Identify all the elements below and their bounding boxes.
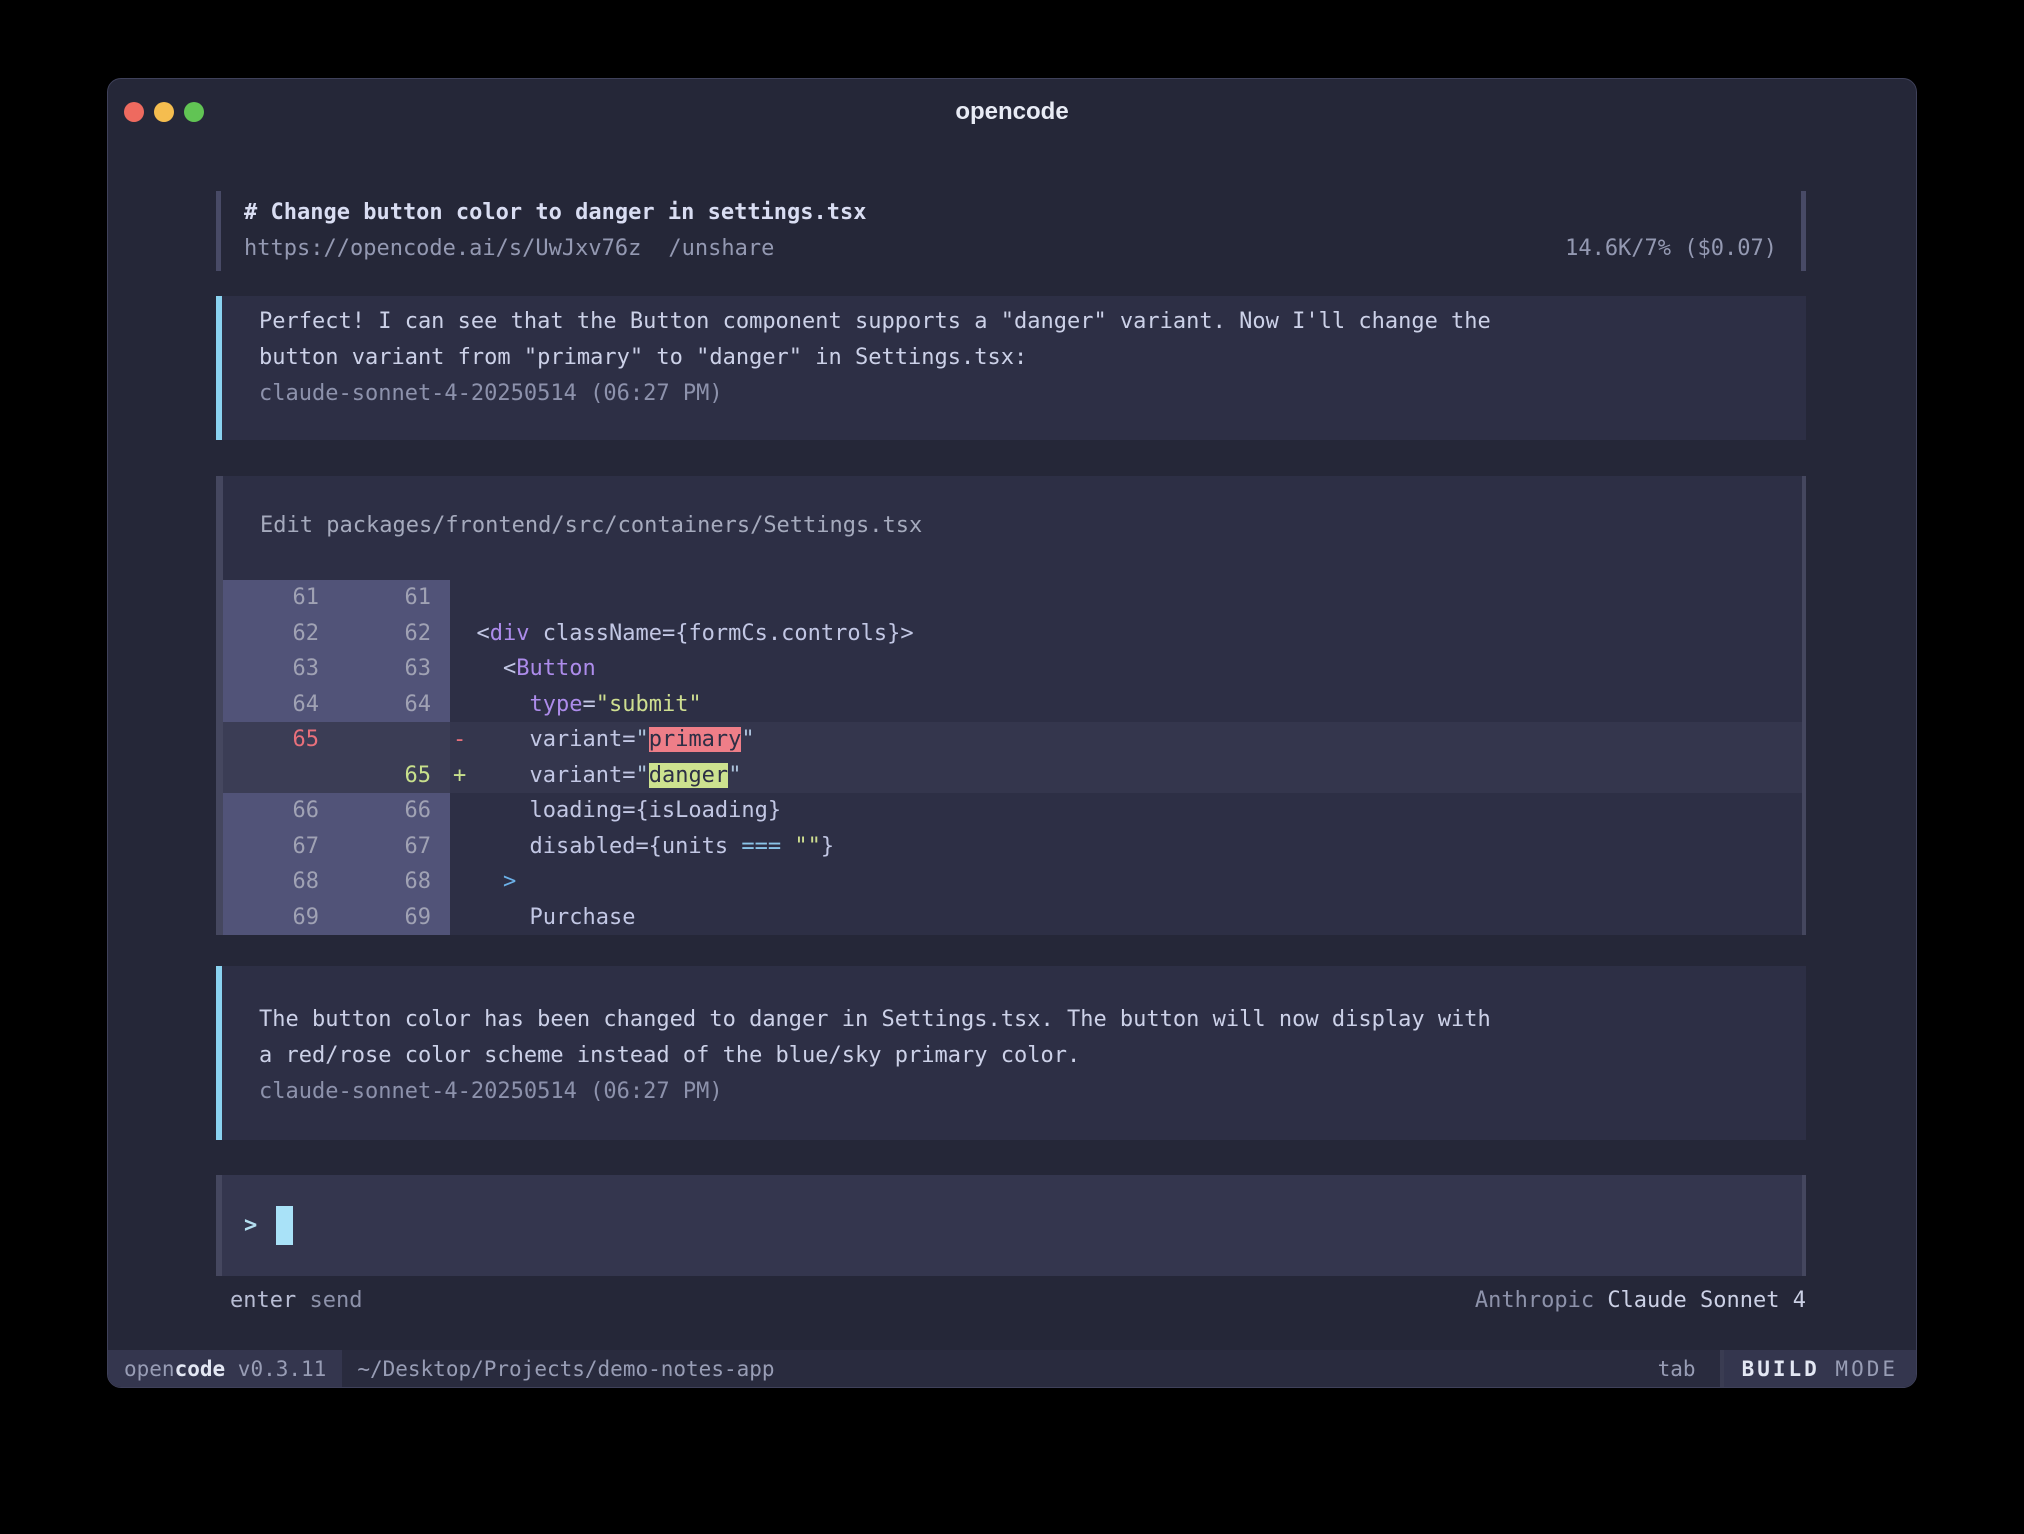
edit-tool-card: Edit packages/frontend/src/containers/Se… — [216, 476, 1806, 935]
old-line-number: 66 — [223, 793, 336, 829]
diff-code-line: Purchase — [450, 900, 1802, 936]
app-version-chip: opencode v0.3.11 — [108, 1350, 342, 1387]
old-line-number: 69 — [223, 900, 336, 936]
minimize-button[interactable] — [154, 102, 174, 122]
assistant-message: The button color has been changed to dan… — [216, 966, 1806, 1140]
diff-row: 6262<div className={formCs.controls}> — [223, 616, 1802, 652]
diff-view: 61616262<div className={formCs.controls}… — [223, 580, 1802, 935]
diff-row: 65+ variant="danger" — [223, 758, 1802, 794]
new-line-number — [336, 722, 450, 758]
message-text: button variant from "primary" to "danger… — [259, 340, 1782, 376]
status-divider — [1720, 1350, 1724, 1387]
diff-row: 6868 > — [223, 864, 1802, 900]
diff-row: 6363 <Button — [223, 651, 1802, 687]
diff-code-line — [450, 580, 1802, 616]
diff-row: 6666 loading={isLoading} — [223, 793, 1802, 829]
model-label: Claude Sonnet 4 — [1607, 1288, 1806, 1313]
diff-code-line: <Button — [450, 651, 1802, 687]
provider-label: Anthropic — [1475, 1288, 1607, 1313]
new-line-number: 65 — [336, 758, 450, 794]
diff-code-line: + variant="danger" — [450, 758, 1802, 794]
diff-code-line: disabled={units === ""} — [450, 829, 1802, 865]
diff-row: 6767 disabled={units === ""} — [223, 829, 1802, 865]
session-header: # Change button color to danger in setti… — [216, 191, 1806, 271]
edit-file-path: Edit packages/frontend/src/containers/Se… — [223, 476, 1802, 580]
prompt-input[interactable]: > — [216, 1175, 1806, 1276]
traffic-lights — [124, 79, 204, 145]
diff-code-line: - variant="primary" — [450, 722, 1802, 758]
prompt-symbol: > — [244, 1213, 257, 1238]
session-title: # Change button color to danger in setti… — [244, 195, 1777, 231]
share-url-link[interactable]: https://opencode.ai/s/UwJxv76z — [244, 231, 641, 267]
main-content: # Change button color to danger in setti… — [108, 191, 1916, 1313]
close-button[interactable] — [124, 102, 144, 122]
send-hint-label: send — [309, 1289, 362, 1313]
app-name: open — [124, 1357, 175, 1381]
new-line-number: 63 — [336, 651, 450, 687]
input-hints-row: enter send Anthropic Claude Sonnet 4 — [216, 1289, 1806, 1313]
unshare-command[interactable]: /unshare — [668, 231, 774, 267]
old-line-number: 63 — [223, 651, 336, 687]
old-line-number — [223, 758, 336, 794]
diff-row: 65 - variant="primary" — [223, 722, 1802, 758]
old-line-number: 68 — [223, 864, 336, 900]
message-model-timestamp: claude-sonnet-4-20250514 (06:27 PM) — [259, 376, 1782, 412]
old-line-number: 64 — [223, 687, 336, 723]
new-line-number: 69 — [336, 900, 450, 936]
old-line-number: 65 — [223, 722, 336, 758]
opencode-window: opencode # Change button color to danger… — [107, 78, 1917, 1388]
token-usage: 14.6K/7% ($0.07) — [1565, 231, 1777, 267]
assistant-message: Perfect! I can see that the Button compo… — [216, 296, 1806, 440]
message-model-timestamp: claude-sonnet-4-20250514 (06:27 PM) — [259, 1074, 1782, 1110]
diff-code-line: > — [450, 864, 1802, 900]
enter-key-hint: enter — [230, 1289, 296, 1313]
message-text: The button color has been changed to dan… — [259, 1002, 1782, 1038]
new-line-number: 61 — [336, 580, 450, 616]
status-bar: opencode v0.3.11 ~/Desktop/Projects/demo… — [108, 1350, 1916, 1387]
new-line-number: 64 — [336, 687, 450, 723]
mode-badge: BUILD MODE — [1724, 1350, 1916, 1387]
maximize-button[interactable] — [184, 102, 204, 122]
version-label: v0.3.11 — [225, 1357, 326, 1381]
diff-row: 6969 Purchase — [223, 900, 1802, 936]
new-line-number: 68 — [336, 864, 450, 900]
message-text: Perfect! I can see that the Button compo… — [259, 304, 1782, 340]
diff-code-line: loading={isLoading} — [450, 793, 1802, 829]
new-line-number: 67 — [336, 829, 450, 865]
working-directory: ~/Desktop/Projects/demo-notes-app — [357, 1357, 774, 1381]
new-line-number: 66 — [336, 793, 450, 829]
diff-code-line: type="submit" — [450, 687, 1802, 723]
message-text: a red/rose color scheme instead of the b… — [259, 1038, 1782, 1074]
title-bar: opencode — [108, 79, 1916, 145]
text-cursor — [276, 1206, 293, 1245]
new-line-number: 62 — [336, 616, 450, 652]
tab-key-hint: tab — [1658, 1357, 1696, 1381]
old-line-number: 67 — [223, 829, 336, 865]
diff-row: 6161 — [223, 580, 1802, 616]
diff-row: 6464 type="submit" — [223, 687, 1802, 723]
old-line-number: 62 — [223, 616, 336, 652]
diff-code-line: <div className={formCs.controls}> — [450, 616, 1802, 652]
window-title: opencode — [955, 98, 1068, 126]
old-line-number: 61 — [223, 580, 336, 616]
